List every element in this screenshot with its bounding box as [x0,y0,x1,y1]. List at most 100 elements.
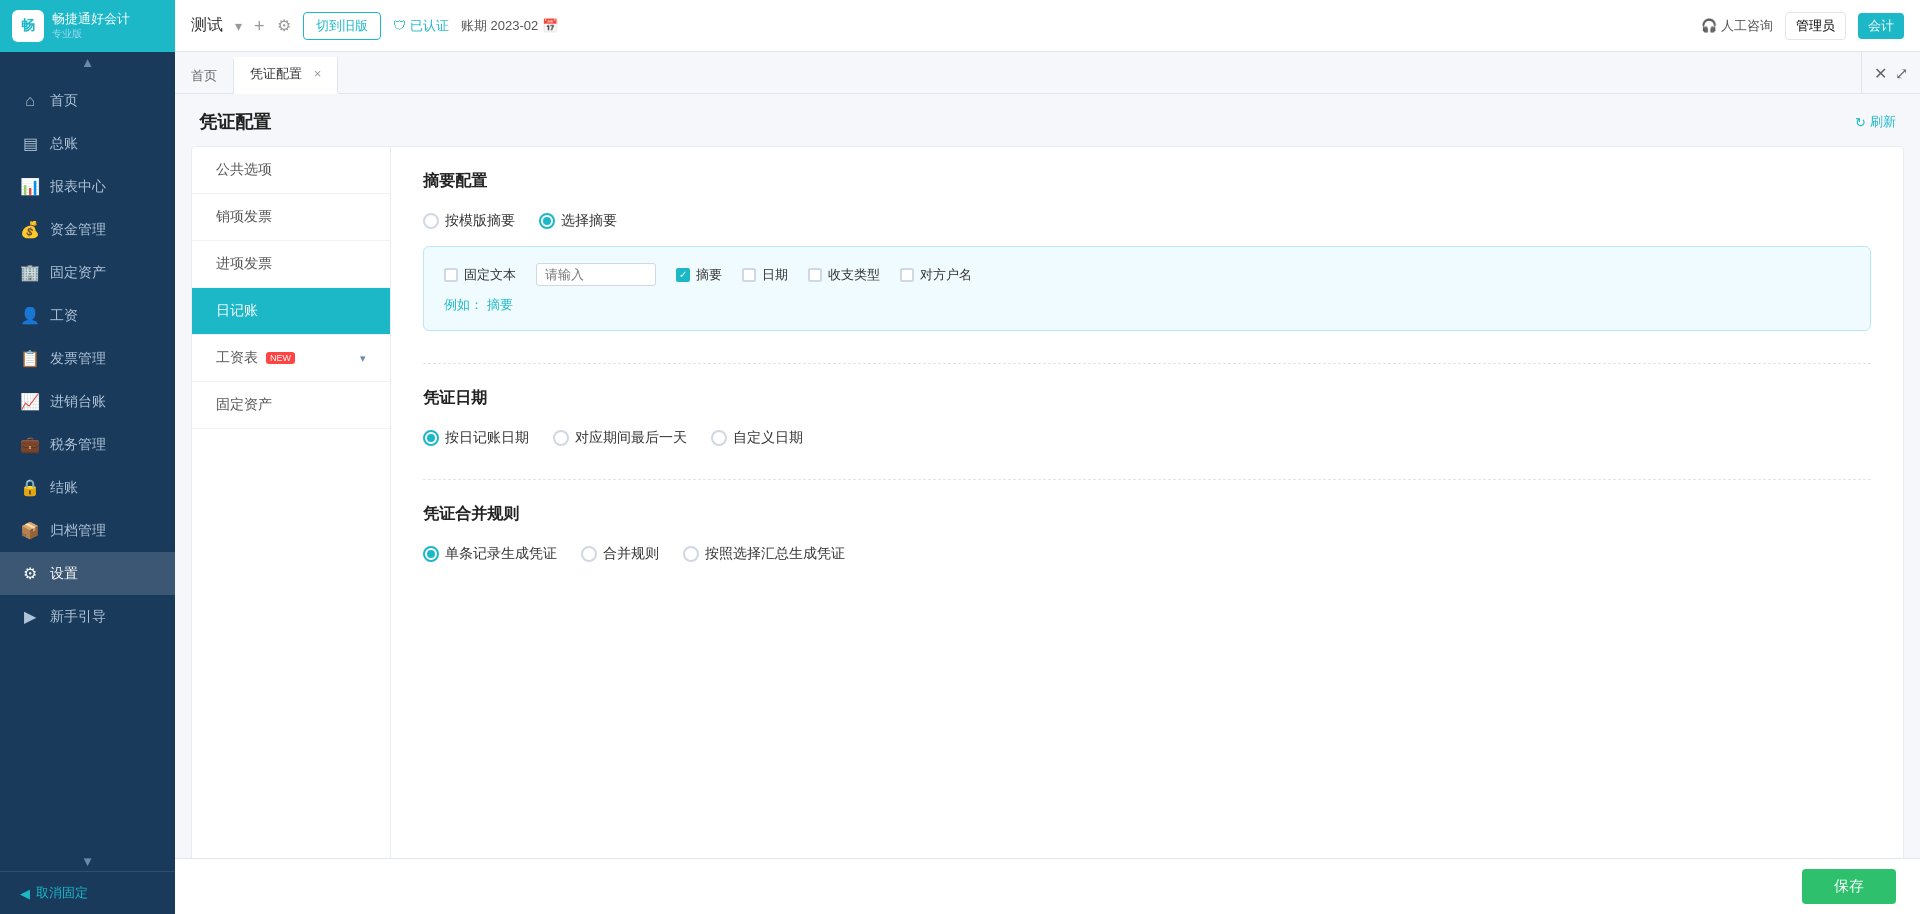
tabbar: 首页 凭证配置 × ✕ ⤢ [175,52,1920,94]
period-display: 账期 2023-02 📅 [461,17,559,35]
merge-section: 凭证合并规则 单条记录生成凭证 合并规则 按照选择汇总生成凭证 [423,504,1871,563]
sidebar-nav: ⌂ 首页 ▤ 总账 📊 报表中心 💰 资金管理 🏢 固定资产 👤 工资 📋 发票… [0,72,175,851]
cancel-pin-button[interactable]: ◀ 取消固定 [0,871,175,914]
sidebar-item-home[interactable]: ⌂ 首页 [0,80,175,122]
content-layout: 公共选项 销项发票 进项发票 日记账 工资表 NEW ▾ [191,146,1904,914]
payroll-icon: 👤 [20,306,40,325]
checkbox-summary[interactable]: 摘要 [676,266,722,284]
sidebar-item-sales-ledger[interactable]: 📈 进销台账 [0,380,175,423]
certified-badge: 🛡 已认证 [393,17,449,35]
left-nav-payroll-table[interactable]: 工资表 NEW ▾ [192,335,390,382]
radio-summary-gen[interactable]: 按照选择汇总生成凭证 [683,545,845,563]
refresh-button[interactable]: ↻ 刷新 [1855,113,1896,131]
radio-journal-date[interactable]: 按日记账日期 [423,429,529,447]
radio-template-circle [423,213,439,229]
summary-radio-group: 按模版摘要 选择摘要 [423,212,1871,230]
funds-icon: 💰 [20,220,40,239]
checkbox-fixed-text-square [444,268,458,282]
left-nav-sales-invoice[interactable]: 销项发票 [192,194,390,241]
calendar-icon[interactable]: 📅 [542,18,558,33]
sidebar-item-invoice[interactable]: 📋 发票管理 [0,337,175,380]
radio-single-record[interactable]: 单条记录生成凭证 [423,545,557,563]
radio-period-last-day[interactable]: 对应期间最后一天 [553,429,687,447]
headset-icon: 🎧 [1701,18,1717,33]
left-nav-journal[interactable]: 日记账 [192,288,390,335]
left-nav-fixed-assets[interactable]: 固定资产 [192,382,390,429]
left-nav-public[interactable]: 公共选项 [192,147,390,194]
tax-icon: 💼 [20,435,40,454]
settings-icon: ⚙ [20,564,40,583]
radio-custom-date[interactable]: 自定义日期 [711,429,803,447]
sidebar-item-payroll[interactable]: 👤 工资 [0,294,175,337]
user-button[interactable]: 管理员 [1785,12,1846,40]
tab-voucher-config[interactable]: 凭证配置 × [234,57,338,94]
logo-text: 畅捷通好会计 [52,11,130,27]
radio-custom-date-circle [711,430,727,446]
close-accounts-icon: 🔒 [20,478,40,497]
sidebar-item-reports[interactable]: 📊 报表中心 [0,165,175,208]
checkbox-row: 固定文本 摘要 日期 [444,263,1850,286]
sidebar-scroll-up[interactable]: ▲ [0,52,175,72]
reports-icon: 📊 [20,177,40,196]
tab-close-button[interactable]: × [314,66,322,81]
expand-button[interactable]: ⤢ [1895,64,1908,83]
summary-checkbox-box: 固定文本 摘要 日期 [423,246,1871,331]
home-icon: ⌂ [20,92,40,110]
shield-icon: 🛡 [393,18,406,33]
close-tab-button[interactable]: ✕ [1874,64,1887,83]
consult-button[interactable]: 🎧 人工咨询 [1701,17,1773,35]
radio-journal-date-circle [423,430,439,446]
summary-section: 摘要配置 按模版摘要 选择摘要 [423,171,1871,331]
sidebar-item-close-accounts[interactable]: 🔒 结账 [0,466,175,509]
logo-badge: 专业版 [52,27,130,41]
fixed-assets-icon: 🏢 [20,263,40,282]
radio-select-circle [539,213,555,229]
right-panel: 摘要配置 按模版摘要 选择摘要 [391,146,1904,914]
left-nav: 公共选项 销项发票 进项发票 日记账 工资表 NEW ▾ [191,146,391,914]
radio-summary-gen-circle [683,546,699,562]
sidebar-item-archive[interactable]: 📦 归档管理 [0,509,175,552]
checkbox-counterpart[interactable]: 对方户名 [900,266,972,284]
sidebar-item-tax[interactable]: 💼 税务管理 [0,423,175,466]
sidebar-scroll-down[interactable]: ▼ [0,851,175,871]
sidebar-item-newbie[interactable]: ▶ 新手引导 [0,595,175,638]
page-area: 凭证配置 ↻ 刷新 公共选项 销项发票 进项发票 日记账 [175,94,1920,914]
save-button[interactable]: 保存 [1802,869,1896,904]
add-project-button[interactable]: + [254,17,265,35]
checkbox-date[interactable]: 日期 [742,266,788,284]
page-header: 凭证配置 ↻ 刷新 [175,94,1920,146]
checkbox-payment-type[interactable]: 收支类型 [808,266,880,284]
radio-select-summary[interactable]: 选择摘要 [539,212,617,230]
checkbox-date-square [742,268,756,282]
summary-title: 摘要配置 [423,171,1871,192]
sidebar-item-funds[interactable]: 💰 资金管理 [0,208,175,251]
checkbox-fixed-text[interactable]: 固定文本 [444,266,516,284]
project-dropdown-arrow[interactable]: ▾ [235,18,242,34]
sales-ledger-icon: 📈 [20,392,40,411]
tabbar-end: ✕ ⤢ [1861,52,1920,94]
sidebar-item-settings[interactable]: ⚙ 设置 [0,552,175,595]
fixed-text-input[interactable] [536,263,656,286]
sidebar-item-fixed-assets[interactable]: 🏢 固定资产 [0,251,175,294]
bottom-bar: 保存 [175,858,1920,914]
radio-merge-rule[interactable]: 合并规则 [581,545,659,563]
checkbox-payment-type-square [808,268,822,282]
left-nav-purchase-invoice[interactable]: 进项发票 [192,241,390,288]
archive-icon: 📦 [20,521,40,540]
role-badge: 会计 [1858,13,1904,39]
tab-home[interactable]: 首页 [175,59,234,93]
chevron-down-icon: ▾ [360,352,366,365]
newbie-icon: ▶ [20,607,40,626]
radio-single-circle [423,546,439,562]
topbar: 测试 ▾ + ⚙ 切到旧版 🛡 已认证 账期 2023-02 📅 🎧 人工咨询 … [175,0,1920,52]
merge-radio-group: 单条记录生成凭证 合并规则 按照选择汇总生成凭证 [423,545,1871,563]
radio-period-last-circle [553,430,569,446]
radio-merge-circle [581,546,597,562]
page-title: 凭证配置 [199,110,271,134]
main-content: 凭证配置 ↻ 刷新 公共选项 销项发票 进项发票 日记账 [175,94,1920,914]
sidebar-item-ledger[interactable]: ▤ 总账 [0,122,175,165]
radio-template-summary[interactable]: 按模版摘要 [423,212,515,230]
project-settings-button[interactable]: ⚙ [277,16,291,35]
switch-old-version-button[interactable]: 切到旧版 [303,12,381,40]
divider-1 [423,363,1871,364]
